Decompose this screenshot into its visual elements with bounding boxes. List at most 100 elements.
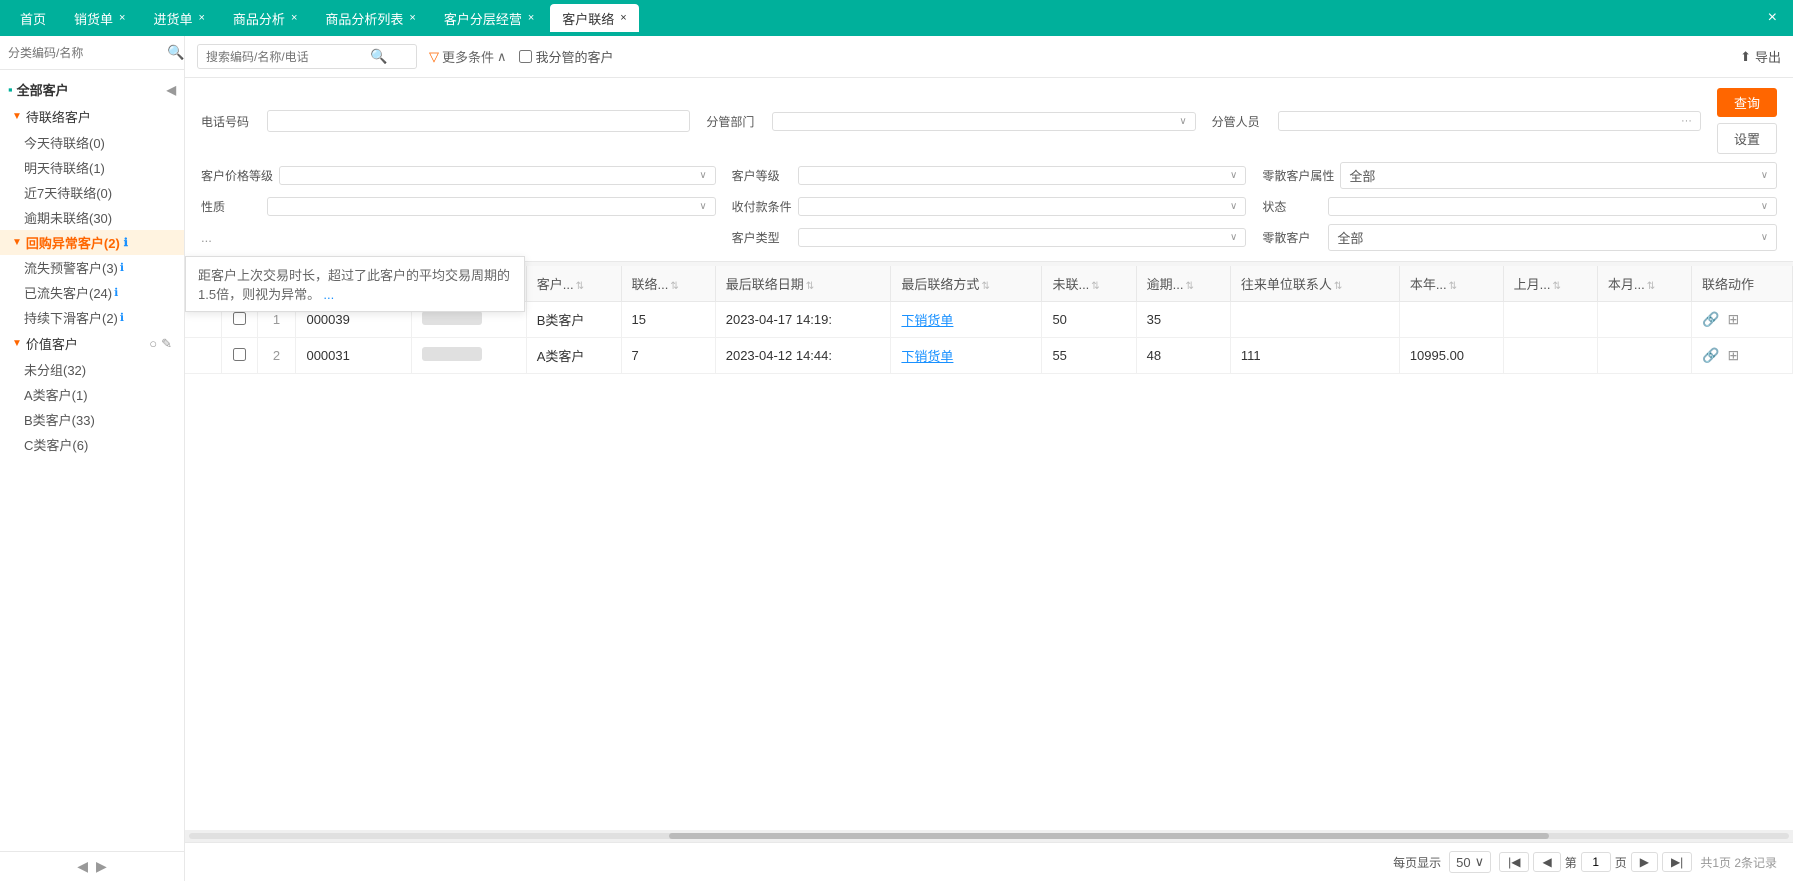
my-customer-checkbox[interactable] <box>519 50 532 63</box>
row2-link-icon[interactable]: 🔗 <box>1702 347 1719 364</box>
sidebar-tree: ▪ 全部客户 ◀ ▼ 待联络客户 今天待联络(0) 明天待联络(1) 近7天待联… <box>0 70 184 851</box>
filter-status: 状态 ∨ <box>1262 197 1777 216</box>
pending-contact-group[interactable]: ▼ 待联络客户 <box>0 103 184 130</box>
tab-home[interactable]: 首页 <box>8 4 58 32</box>
retail-attr-value: 全部 <box>1349 166 1375 185</box>
tab-goods-analysis-list[interactable]: 商品分析列表 × <box>313 4 427 32</box>
churned-info[interactable]: ℹ <box>114 286 118 299</box>
td-check-2[interactable] <box>221 338 257 374</box>
per-page-select[interactable]: 50 ∨ <box>1449 851 1491 873</box>
churn-warning-label: 流失预警客户(3) <box>24 258 118 277</box>
th-last-month[interactable]: 上月...⇅ <box>1503 266 1597 302</box>
abnormal-info-icon[interactable]: ℹ <box>124 236 128 249</box>
search-icon[interactable]: 🔍 <box>370 48 387 65</box>
retail-customer-select[interactable]: 全部 ∨ <box>1328 224 1777 251</box>
sidebar-next-btn[interactable]: ▶ <box>96 858 107 875</box>
tab-sales[interactable]: 销货单 × <box>62 4 137 32</box>
scroll-thumb[interactable] <box>669 833 1549 839</box>
sidebar-item-a-class[interactable]: A类客户(1) <box>0 382 184 407</box>
manager-select[interactable]: ··· <box>1278 111 1701 131</box>
phone-input[interactable] <box>267 110 690 132</box>
td-past-unit-1 <box>1230 302 1399 338</box>
sidebar-prev-btn[interactable]: ◀ <box>77 858 88 875</box>
sidebar-search-icon[interactable]: 🔍 <box>167 44 184 61</box>
export-button[interactable]: ⬆ 导出 <box>1740 47 1781 66</box>
row1-checkbox[interactable] <box>233 312 246 325</box>
th-type[interactable]: 客户...⇅ <box>526 266 621 302</box>
tab-goods-analysis-list-close[interactable]: × <box>409 12 415 24</box>
price-level-select[interactable]: ∨ <box>279 166 716 185</box>
sidebar-item-tomorrow[interactable]: 明天待联络(1) <box>0 155 184 180</box>
query-button[interactable]: 查询 <box>1717 88 1777 117</box>
sidebar-item-overdue[interactable]: 逾期未联络(30) <box>0 205 184 230</box>
search-input[interactable] <box>206 50 366 64</box>
retail-attr-select[interactable]: 全部 ∨ <box>1340 162 1777 189</box>
sidebar-search-bar: 🔍 <box>0 36 184 70</box>
collapse-icon[interactable]: ◀ <box>167 83 176 97</box>
row2-checkbox[interactable] <box>233 348 246 361</box>
sidebar-item-abnormal[interactable]: ▼ 回购异常客户(2) ℹ <box>0 230 184 255</box>
window-close-button[interactable]: × <box>1760 9 1785 27</box>
ungroup-label: 未分组(32) <box>24 360 86 379</box>
manager-select-dots[interactable]: ··· <box>1681 115 1692 127</box>
sidebar-item-declining[interactable]: 持续下滑客户(2) ℹ <box>0 305 184 330</box>
sort-date-icon: ⇅ <box>806 281 814 292</box>
customer-type-select[interactable]: ∨ <box>798 228 1247 247</box>
payment-select[interactable]: ∨ <box>798 197 1247 216</box>
dept-select[interactable]: ∨ <box>772 112 1195 131</box>
tab-goods-analysis-close[interactable]: × <box>291 12 297 24</box>
sidebar-item-ungroup[interactable]: 未分组(32) <box>0 357 184 382</box>
tab-goods-analysis[interactable]: 商品分析 × <box>221 4 309 32</box>
status-select[interactable]: ∨ <box>1328 197 1777 216</box>
th-past-unit[interactable]: 往来单位联系人⇅ <box>1230 266 1399 302</box>
th-last-contact-date[interactable]: 最后联络日期⇅ <box>715 266 891 302</box>
first-page-btn[interactable]: |◀ <box>1499 852 1529 872</box>
td-last-method-2[interactable]: 下销货单 <box>891 338 1042 374</box>
value-customers-group[interactable]: ▼ 价值客户 ○ ✎ <box>0 330 184 357</box>
sidebar-item-today[interactable]: 今天待联络(0) <box>0 130 184 155</box>
sidebar-item-c-class[interactable]: C类客户(6) <box>0 432 184 457</box>
th-this-month[interactable]: 本月...⇅ <box>1597 266 1691 302</box>
prev-page-btn[interactable]: ◀ <box>1533 852 1560 872</box>
tab-customer-contact[interactable]: 客户联络 × <box>550 4 638 32</box>
td-last-method-1[interactable]: 下销货单 <box>891 302 1042 338</box>
row2-grid-icon[interactable]: ⊞ <box>1727 347 1739 364</box>
last-page-btn[interactable]: ▶| <box>1662 852 1692 872</box>
customer-level-select[interactable]: ∨ <box>798 166 1247 185</box>
filter-more-btn[interactable]: ... <box>201 230 212 245</box>
horizontal-scrollbar[interactable] <box>185 830 1793 842</box>
value-customers-add-icon[interactable]: ✎ <box>161 336 172 352</box>
row1-link-icon[interactable]: 🔗 <box>1702 311 1719 328</box>
gender-select[interactable]: ∨ <box>267 197 716 216</box>
row1-grid-icon[interactable]: ⊞ <box>1727 311 1739 328</box>
tab-customer-segment[interactable]: 客户分层经营 × <box>432 4 546 32</box>
tab-customer-segment-close[interactable]: × <box>528 12 534 24</box>
page-input[interactable] <box>1581 852 1611 872</box>
more-conditions-btn[interactable]: ▽ 更多条件 ∧ <box>429 47 507 66</box>
filter-customer-type: 客户类型 ∨ <box>732 228 1247 247</box>
tooltip-more[interactable]: ... <box>323 287 334 302</box>
tab-purchase[interactable]: 进货单 × <box>141 4 216 32</box>
scroll-track <box>189 833 1789 839</box>
sidebar-all-customers[interactable]: ▪ 全部客户 ◀ <box>0 76 184 103</box>
th-contact-count[interactable]: 联络...⇅ <box>621 266 715 302</box>
tab-purchase-close[interactable]: × <box>198 12 204 24</box>
sidebar-item-churn-warning[interactable]: 流失预警客户(3) ℹ <box>0 255 184 280</box>
sidebar-search-input[interactable] <box>8 46 163 60</box>
tab-sales-close[interactable]: × <box>119 12 125 24</box>
sidebar-item-b-class[interactable]: B类客户(33) <box>0 407 184 432</box>
th-overdue[interactable]: 逾期...⇅ <box>1136 266 1230 302</box>
td-code-2[interactable]: 000031 <box>296 338 411 374</box>
declining-info[interactable]: ℹ <box>120 311 124 324</box>
churn-warning-info[interactable]: ℹ <box>120 261 124 274</box>
th-this-year[interactable]: 本年...⇅ <box>1399 266 1503 302</box>
th-not-contacted[interactable]: 未联...⇅ <box>1042 266 1136 302</box>
tab-customer-contact-close[interactable]: × <box>620 12 626 24</box>
next-page-btn[interactable]: ▶ <box>1631 852 1658 872</box>
settings-button[interactable]: 设置 <box>1717 123 1777 154</box>
th-last-contact-method[interactable]: 最后联络方式⇅ <box>891 266 1042 302</box>
value-customers-edit-icon[interactable]: ○ <box>149 336 157 352</box>
td-name-2[interactable] <box>411 338 526 374</box>
sidebar-item-churned[interactable]: 已流失客户(24) ℹ <box>0 280 184 305</box>
sidebar-item-week7[interactable]: 近7天待联络(0) <box>0 180 184 205</box>
